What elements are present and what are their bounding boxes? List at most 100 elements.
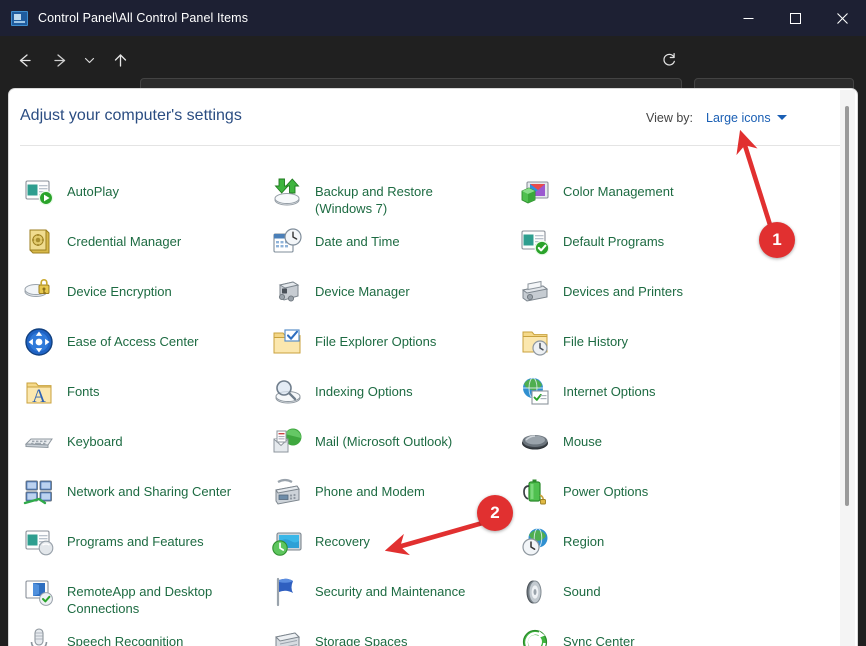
control-panel-item-label[interactable]: File Explorer Options (315, 330, 436, 351)
control-panel-item-label[interactable]: Power Options (563, 480, 648, 501)
remoteapp-icon (23, 576, 55, 608)
control-panel-item-date-and-time[interactable]: Date and Time (271, 230, 519, 258)
control-panel-item-label[interactable]: Keyboard (67, 430, 123, 451)
internet-options-icon (519, 376, 551, 408)
control-panel-item-recovery[interactable]: Recovery (271, 530, 519, 558)
control-panel-item-color-management[interactable]: Color Management (519, 180, 767, 208)
control-panel-item-label[interactable]: Color Management (563, 180, 674, 201)
control-panel-item-label[interactable]: Storage Spaces (315, 630, 408, 646)
sound-icon (519, 576, 551, 608)
content-header: Adjust your computer's settings View by:… (9, 89, 857, 146)
control-panel-item-label[interactable]: Security and Maintenance (315, 580, 465, 601)
storage-spaces-icon (271, 626, 303, 646)
up-icon[interactable] (106, 46, 134, 74)
control-panel-item-label[interactable]: File History (563, 330, 628, 351)
refresh-icon[interactable] (655, 46, 683, 74)
ease-of-access-icon (23, 326, 55, 358)
autoplay-icon (23, 176, 55, 208)
indexing-options-icon (271, 376, 303, 408)
control-panel-item-device-manager[interactable]: Device Manager (271, 280, 519, 308)
control-panel-item-label[interactable]: Network and Sharing Center (67, 480, 231, 501)
network-sharing-icon (23, 476, 55, 508)
control-panel-window: Control Panel\All Control Panel Items (0, 0, 866, 646)
date-time-icon (271, 226, 303, 258)
control-panel-item-label[interactable]: Date and Time (315, 230, 400, 251)
title-bar: Control Panel\All Control Panel Items (0, 0, 866, 36)
control-panel-item-file-explorer-options[interactable]: File Explorer Options (271, 330, 519, 358)
control-panel-item-security-and-maintenance[interactable]: Security and Maintenance (271, 580, 519, 608)
control-panel-item-sync-center[interactable]: Sync Center (519, 630, 767, 646)
page-title: Adjust your computer's settings (20, 107, 242, 125)
minimize-button[interactable] (725, 0, 772, 36)
control-panel-item-ease-of-access-center[interactable]: Ease of Access Center (23, 330, 271, 358)
sync-center-icon (519, 626, 551, 646)
maximize-button[interactable] (772, 0, 819, 36)
control-panel-item-label[interactable]: Device Encryption (67, 280, 172, 301)
control-panel-item-label[interactable]: Sync Center (563, 630, 635, 646)
control-panel-item-label[interactable]: Ease of Access Center (67, 330, 199, 351)
control-panel-item-label[interactable]: Internet Options (563, 380, 656, 401)
control-panel-item-label[interactable]: Credential Manager (67, 230, 181, 251)
fonts-icon: A (23, 376, 55, 408)
device-manager-icon (271, 276, 303, 308)
scrollbar-thumb[interactable] (845, 106, 849, 506)
control-panel-item-network-and-sharing-center[interactable]: Network and Sharing Center (23, 480, 271, 508)
control-panel-item-backup-and-restore-windows-7[interactable]: Backup and Restore (Windows 7) (271, 180, 519, 217)
control-panel-item-file-history[interactable]: File History (519, 330, 767, 358)
back-icon[interactable] (10, 46, 38, 74)
control-panel-item-internet-options[interactable]: Internet Options (519, 380, 767, 408)
control-panel-items-grid: AutoPlay Credential Manager Device Encrypt… (9, 146, 857, 646)
control-panel-item-label[interactable]: RemoteApp and Desktop Connections (67, 580, 237, 617)
control-panel-item-label[interactable]: Devices and Printers (563, 280, 683, 301)
file-history-icon (519, 326, 551, 358)
control-panel-item-label[interactable]: Programs and Features (67, 530, 204, 551)
control-panel-item-storage-spaces[interactable]: Storage Spaces (271, 630, 519, 646)
control-panel-item-label[interactable]: Phone and Modem (315, 480, 425, 501)
annotation-badge-2: 2 (477, 495, 513, 531)
control-panel-item-remoteapp-and-desktop-connections[interactable]: RemoteApp and Desktop Connections (23, 580, 271, 617)
control-panel-item-label[interactable]: Mail (Microsoft Outlook) (315, 430, 452, 451)
scrollbar[interactable] (840, 90, 855, 646)
control-panel-item-label[interactable]: AutoPlay (67, 180, 119, 201)
devices-printers-icon (519, 276, 551, 308)
credential-manager-icon (23, 226, 55, 258)
recovery-icon (271, 526, 303, 558)
control-panel-item-label[interactable]: Sound (563, 580, 601, 601)
control-panel-item-label[interactable]: Mouse (563, 430, 602, 451)
region-icon (519, 526, 551, 558)
control-panel-item-label[interactable]: Fonts (67, 380, 100, 401)
security-maintenance-icon (271, 576, 303, 608)
control-panel-item-label[interactable]: Region (563, 530, 604, 551)
close-button[interactable] (819, 0, 866, 36)
control-panel-item-keyboard[interactable]: Keyboard (23, 430, 271, 458)
programs-features-icon (23, 526, 55, 558)
device-encryption-icon (23, 276, 55, 308)
color-management-icon (519, 176, 551, 208)
control-panel-item-default-programs[interactable]: Default Programs (519, 230, 767, 258)
control-panel-item-label[interactable]: Indexing Options (315, 380, 413, 401)
forward-icon[interactable] (46, 46, 74, 74)
control-panel-item-region[interactable]: Region (519, 530, 767, 558)
control-panel-item-devices-and-printers[interactable]: Devices and Printers (519, 280, 767, 308)
file-explorer-options-icon (271, 326, 303, 358)
control-panel-item-programs-and-features[interactable]: Programs and Features (23, 530, 271, 558)
control-panel-item-mail-microsoft-outlook[interactable]: Mail (Microsoft Outlook) (271, 430, 519, 458)
control-panel-item-label[interactable]: Default Programs (563, 230, 664, 251)
control-panel-item-label[interactable]: Backup and Restore (Windows 7) (315, 180, 485, 217)
control-panel-item-label[interactable]: Recovery (315, 530, 370, 551)
control-panel-item-sound[interactable]: Sound (519, 580, 767, 608)
control-panel-item-autoplay[interactable]: AutoPlay (23, 180, 271, 208)
control-panel-item-speech-recognition[interactable]: Speech Recognition (23, 630, 271, 646)
view-by-value[interactable]: Large icons (706, 111, 771, 125)
chevron-down-icon[interactable] (78, 46, 100, 74)
control-panel-item-label[interactable]: Speech Recognition (67, 630, 183, 646)
control-panel-item-indexing-options[interactable]: Indexing Options (271, 380, 519, 408)
navigation-bar: › Control Panel › All Control Panel Item… (0, 36, 866, 84)
control-panel-item-fonts[interactable]: AFonts (23, 380, 271, 408)
control-panel-item-mouse[interactable]: Mouse (519, 430, 767, 458)
control-panel-item-credential-manager[interactable]: Credential Manager (23, 230, 271, 258)
control-panel-item-device-encryption[interactable]: Device Encryption (23, 280, 271, 308)
control-panel-item-label[interactable]: Device Manager (315, 280, 410, 301)
control-panel-item-power-options[interactable]: Power Options (519, 480, 767, 508)
chevron-down-icon[interactable] (777, 115, 787, 120)
